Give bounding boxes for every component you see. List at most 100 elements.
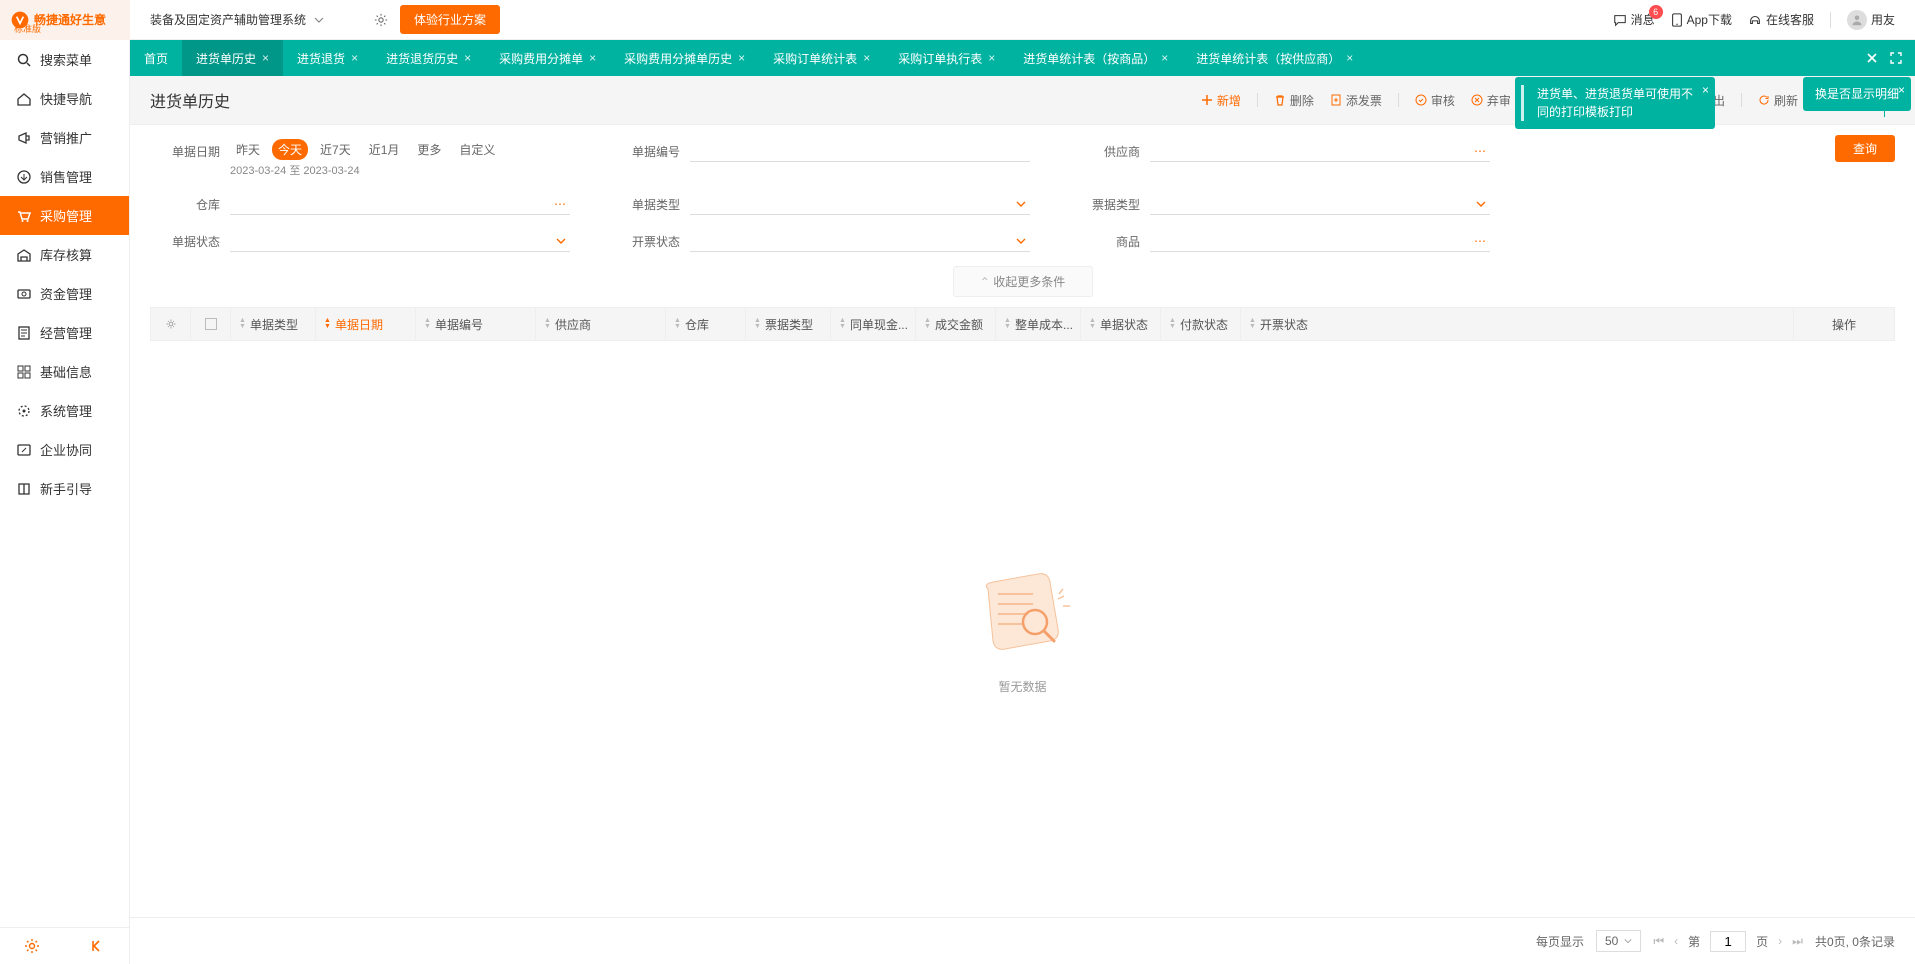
page-input[interactable] [1710,931,1746,952]
close-icon[interactable]: × [1346,51,1353,65]
trial-button[interactable]: 体验行业方案 [400,5,500,34]
date-range-text: 2023-03-24 至 2023-03-24 [230,162,570,178]
chevron-down-icon[interactable] [1476,199,1486,209]
close-icon[interactable]: × [1898,81,1905,99]
add-invoice-button[interactable]: 添发票 [1330,92,1382,109]
gear-icon[interactable] [374,13,388,27]
sidebar-item-7[interactable]: 经营管理 [0,313,129,352]
th-supplier[interactable]: ▲▼供应商 [536,308,666,340]
table-settings-button[interactable] [151,308,191,340]
tab-4[interactable]: 采购费用分摊单× [485,40,610,76]
messages-link[interactable]: 消息 6 [1613,11,1655,28]
empty-illustration-icon [963,564,1083,664]
close-icon[interactable]: × [863,51,870,65]
app-download-link[interactable]: App下载 [1671,11,1732,28]
tab-1[interactable]: 进货单历史× [182,40,283,76]
sidebar-item-1[interactable]: 快捷导航 [0,79,129,118]
close-all-tabs-icon[interactable] [1865,51,1879,65]
chevron-down-icon[interactable] [1016,236,1026,246]
tab-9[interactable]: 进货单统计表（按供应商）× [1182,40,1367,76]
tab-6[interactable]: 采购订单统计表 × [759,40,884,76]
query-button[interactable]: 查询 [1835,135,1895,162]
doc-status-select[interactable] [230,229,570,252]
date-chip-5[interactable]: 自定义 [453,139,501,160]
last-page-button[interactable]: ⏭ [1792,934,1803,949]
more-icon[interactable]: ⋯ [554,197,566,211]
sidebar-item-5[interactable]: 库存核算 [0,235,129,274]
close-icon[interactable]: × [351,51,358,65]
sidebar-item-label: 库存核算 [40,245,92,264]
sidebar-item-4[interactable]: 采购管理 [0,196,129,235]
chevron-down-icon[interactable] [1016,199,1026,209]
sidebar-item-3[interactable]: 销售管理 [0,157,129,196]
next-page-button[interactable]: › [1778,934,1782,948]
filter-label-date: 单据日期 [150,139,220,160]
refresh-button[interactable]: 刷新 [1758,92,1798,109]
doc-type-select[interactable] [690,192,1030,215]
select-all-checkbox[interactable] [191,308,231,340]
date-chip-0[interactable]: 昨天 [230,139,266,160]
th-pay-status[interactable]: ▲▼付款状态 [1161,308,1241,340]
audit-button[interactable]: 审核 [1415,92,1455,109]
tab-3[interactable]: 进货退货历史× [372,40,485,76]
first-page-button[interactable]: ⏮ [1653,934,1664,949]
system-selector[interactable]: 装备及固定资产辅助管理系统 [150,11,324,28]
tab-2[interactable]: 进货退货× [283,40,372,76]
chevron-down-icon[interactable] [556,236,566,246]
warehouse-icon [16,247,32,263]
support-link[interactable]: 在线客服 [1748,11,1814,28]
delete-button[interactable]: 删除 [1274,92,1314,109]
supplier-input[interactable] [1150,139,1490,162]
fullscreen-icon[interactable] [1889,51,1903,65]
th-doc-code[interactable]: ▲▼单据编号 [416,308,536,340]
page-size-select[interactable]: 50 [1596,930,1641,952]
th-warehouse[interactable]: ▲▼仓库 [666,308,746,340]
tab-0[interactable]: 首页 [130,40,182,76]
close-icon[interactable]: × [262,51,269,65]
more-icon[interactable]: ⋯ [1474,144,1486,158]
sidebar-item-11[interactable]: 新手引导 [0,469,129,508]
collapse-sidebar-icon[interactable] [89,938,105,954]
invoice-type-select[interactable] [1150,192,1490,215]
sidebar-item-2[interactable]: 营销推广 [0,118,129,157]
date-chip-4[interactable]: 更多 [411,139,447,160]
new-button[interactable]: 新增 [1201,92,1241,109]
th-cost[interactable]: ▲▼整单成本... [996,308,1081,340]
th-cash[interactable]: ▲▼同单现金... [831,308,916,340]
th-invoice-type[interactable]: ▲▼票据类型 [746,308,831,340]
sidebar-item-8[interactable]: 基础信息 [0,352,129,391]
th-kaipiao-status[interactable]: ▲▼开票状态 [1241,308,1794,340]
product-input[interactable] [1150,229,1490,252]
unaudit-button[interactable]: 弃审 [1471,92,1511,109]
logo[interactable]: 畅捷通好生意 标准版 [0,0,130,40]
th-doc-type[interactable]: ▲▼单据类型 [231,308,316,340]
th-doc-date[interactable]: ▲▼单据日期 [316,308,416,340]
th-doc-status[interactable]: ▲▼单据状态 [1081,308,1161,340]
tab-7[interactable]: 采购订单执行表× [884,40,1009,76]
settings-icon[interactable] [24,938,40,954]
kaipiao-status-select[interactable] [690,229,1030,252]
close-icon[interactable]: × [738,51,745,65]
sidebar-item-9[interactable]: 系统管理 [0,391,129,430]
tab-8[interactable]: 进货单统计表（按商品）× [1009,40,1182,76]
tab-5[interactable]: 采购费用分摊单历史× [610,40,759,76]
close-icon[interactable]: × [464,51,471,65]
sidebar-item-6[interactable]: 资金管理 [0,274,129,313]
close-icon[interactable]: × [589,51,596,65]
sidebar-item-10[interactable]: 企业协同 [0,430,129,469]
user-menu[interactable]: 用友 [1847,10,1895,30]
more-icon[interactable]: ⋯ [1474,234,1486,248]
date-chip-1[interactable]: 今天 [272,139,308,160]
warehouse-input[interactable] [230,192,570,215]
th-deal-amount[interactable]: ▲▼成交金额 [916,308,996,340]
date-chip-2[interactable]: 近7天 [314,139,357,160]
tab-label: 采购订单统计表 [773,50,857,67]
close-icon[interactable]: × [1161,51,1168,65]
close-icon[interactable]: × [988,51,995,65]
code-input[interactable] [690,139,1030,162]
prev-page-button[interactable]: ‹ [1674,934,1678,948]
close-icon[interactable]: × [1702,81,1709,99]
sidebar-item-0[interactable]: 搜索菜单 [0,40,129,79]
collapse-filters-button[interactable]: ⌃ 收起更多条件 [953,266,1093,297]
date-chip-3[interactable]: 近1月 [363,139,406,160]
